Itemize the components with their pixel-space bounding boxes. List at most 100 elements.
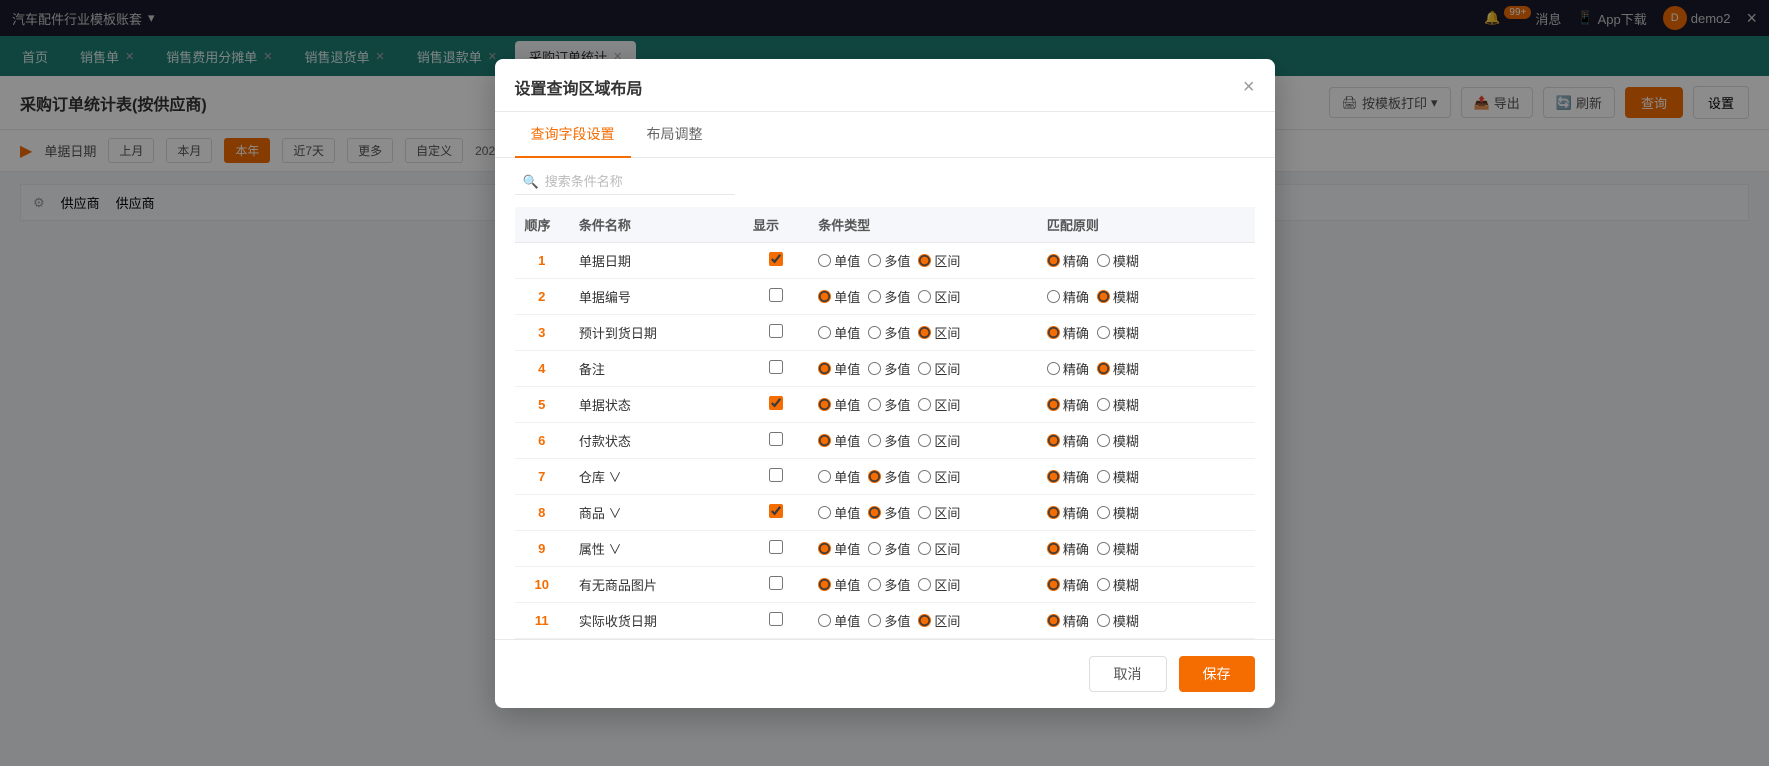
row-3-type-radio-区间[interactable] [918,326,931,339]
row-8-show[interactable] [743,494,808,530]
row-11-match-radio-精确[interactable] [1047,614,1060,627]
row-6-show[interactable] [743,422,808,458]
row-3-type-区间[interactable]: 区间 [918,323,960,342]
row-1-type-radio-多值[interactable] [868,254,881,267]
row-2-match-精确[interactable]: 精确 [1047,287,1089,306]
row-1-match-模糊[interactable]: 模糊 [1097,251,1139,270]
row-1-type-多值[interactable]: 多值 [868,251,910,270]
row-6-match-精确[interactable]: 精确 [1047,431,1089,450]
search-input[interactable] [545,174,725,189]
row-11-type-radio-多值[interactable] [868,614,881,627]
row-10-type-单值[interactable]: 单值 [818,575,860,594]
row-3-show[interactable] [743,314,808,350]
row-8-type-radio-区间[interactable] [918,506,931,519]
row-5-match-radio-模糊[interactable] [1097,398,1110,411]
row-7-show[interactable] [743,458,808,494]
row-4-match-radio-模糊[interactable] [1097,362,1110,375]
row-6-type-radio-多值[interactable] [868,434,881,447]
row-10-match-精确[interactable]: 精确 [1047,575,1089,594]
row-4-show-checkbox[interactable] [769,360,783,374]
row-2-type-区间[interactable]: 区间 [918,287,960,306]
row-5-type-区间[interactable]: 区间 [918,395,960,414]
row-5-type-多值[interactable]: 多值 [868,395,910,414]
row-8-type-多值[interactable]: 多值 [868,503,910,522]
row-3-type-radio-单值[interactable] [818,326,831,339]
row-9-match-模糊[interactable]: 模糊 [1097,539,1139,558]
row-5-type-单值[interactable]: 单值 [818,395,860,414]
row-11-match-radio-模糊[interactable] [1097,614,1110,627]
row-11-type-多值[interactable]: 多值 [868,611,910,630]
row-4-type-多值[interactable]: 多值 [868,359,910,378]
row-8-type-单值[interactable]: 单值 [818,503,860,522]
row-6-type-radio-单值[interactable] [818,434,831,447]
row-6-type-多值[interactable]: 多值 [868,431,910,450]
dialog-tab-query-fields[interactable]: 查询字段设置 [515,112,631,158]
row-4-type-radio-单值[interactable] [818,362,831,375]
row-2-type-radio-区间[interactable] [918,290,931,303]
row-2-type-多值[interactable]: 多值 [868,287,910,306]
row-10-match-模糊[interactable]: 模糊 [1097,575,1139,594]
row-7-type-radio-单值[interactable] [818,470,831,483]
row-2-match-模糊[interactable]: 模糊 [1097,287,1139,306]
row-4-match-精确[interactable]: 精确 [1047,359,1089,378]
row-7-type-多值[interactable]: 多值 [868,467,910,486]
row-7-type-radio-区间[interactable] [918,470,931,483]
row-9-show[interactable] [743,530,808,566]
row-9-match-radio-精确[interactable] [1047,542,1060,555]
row-4-match-模糊[interactable]: 模糊 [1097,359,1139,378]
row-11-type-区间[interactable]: 区间 [918,611,960,630]
row-5-show-checkbox[interactable] [769,396,783,410]
row-6-type-区间[interactable]: 区间 [918,431,960,450]
row-6-show-checkbox[interactable] [769,432,783,446]
row-9-type-多值[interactable]: 多值 [868,539,910,558]
row-8-type-radio-多值[interactable] [868,506,881,519]
dialog-tab-layout[interactable]: 布局调整 [631,112,719,158]
row-8-match-radio-模糊[interactable] [1097,506,1110,519]
row-1-match-radio-模糊[interactable] [1097,254,1110,267]
row-4-show[interactable] [743,350,808,386]
row-7-match-radio-精确[interactable] [1047,470,1060,483]
row-4-type-radio-多值[interactable] [868,362,881,375]
row-1-type-区间[interactable]: 区间 [918,251,960,270]
dialog-close-btn[interactable]: × [1243,77,1255,97]
row-6-type-radio-区间[interactable] [918,434,931,447]
row-2-show-checkbox[interactable] [769,288,783,302]
row-4-type-radio-区间[interactable] [918,362,931,375]
row-7-type-radio-多值[interactable] [868,470,881,483]
save-btn[interactable]: 保存 [1179,656,1255,692]
row-6-match-radio-精确[interactable] [1047,434,1060,447]
row-2-match-radio-模糊[interactable] [1097,290,1110,303]
row-9-type-radio-多值[interactable] [868,542,881,555]
row-7-match-radio-模糊[interactable] [1097,470,1110,483]
row-5-show[interactable] [743,386,808,422]
row-2-type-单值[interactable]: 单值 [818,287,860,306]
row-11-match-模糊[interactable]: 模糊 [1097,611,1139,630]
row-11-type-radio-单值[interactable] [818,614,831,627]
row-3-type-单值[interactable]: 单值 [818,323,860,342]
row-2-type-radio-多值[interactable] [868,290,881,303]
row-5-match-模糊[interactable]: 模糊 [1097,395,1139,414]
row-9-match-精确[interactable]: 精确 [1047,539,1089,558]
row-1-match-精确[interactable]: 精确 [1047,251,1089,270]
row-3-match-精确[interactable]: 精确 [1047,323,1089,342]
row-10-show-checkbox[interactable] [769,576,783,590]
row-8-type-区间[interactable]: 区间 [918,503,960,522]
row-3-match-radio-精确[interactable] [1047,326,1060,339]
row-5-match-radio-精确[interactable] [1047,398,1060,411]
row-7-type-区间[interactable]: 区间 [918,467,960,486]
row-6-type-单值[interactable]: 单值 [818,431,860,450]
row-9-match-radio-模糊[interactable] [1097,542,1110,555]
row-3-match-模糊[interactable]: 模糊 [1097,323,1139,342]
row-10-match-radio-精确[interactable] [1047,578,1060,591]
row-10-type-radio-多值[interactable] [868,578,881,591]
row-9-type-单值[interactable]: 单值 [818,539,860,558]
cancel-btn[interactable]: 取消 [1089,656,1167,692]
row-6-match-模糊[interactable]: 模糊 [1097,431,1139,450]
row-5-type-radio-单值[interactable] [818,398,831,411]
row-8-match-精确[interactable]: 精确 [1047,503,1089,522]
row-1-type-radio-单值[interactable] [818,254,831,267]
row-10-type-区间[interactable]: 区间 [918,575,960,594]
row-3-match-radio-模糊[interactable] [1097,326,1110,339]
row-9-type-radio-区间[interactable] [918,542,931,555]
row-5-type-radio-区间[interactable] [918,398,931,411]
